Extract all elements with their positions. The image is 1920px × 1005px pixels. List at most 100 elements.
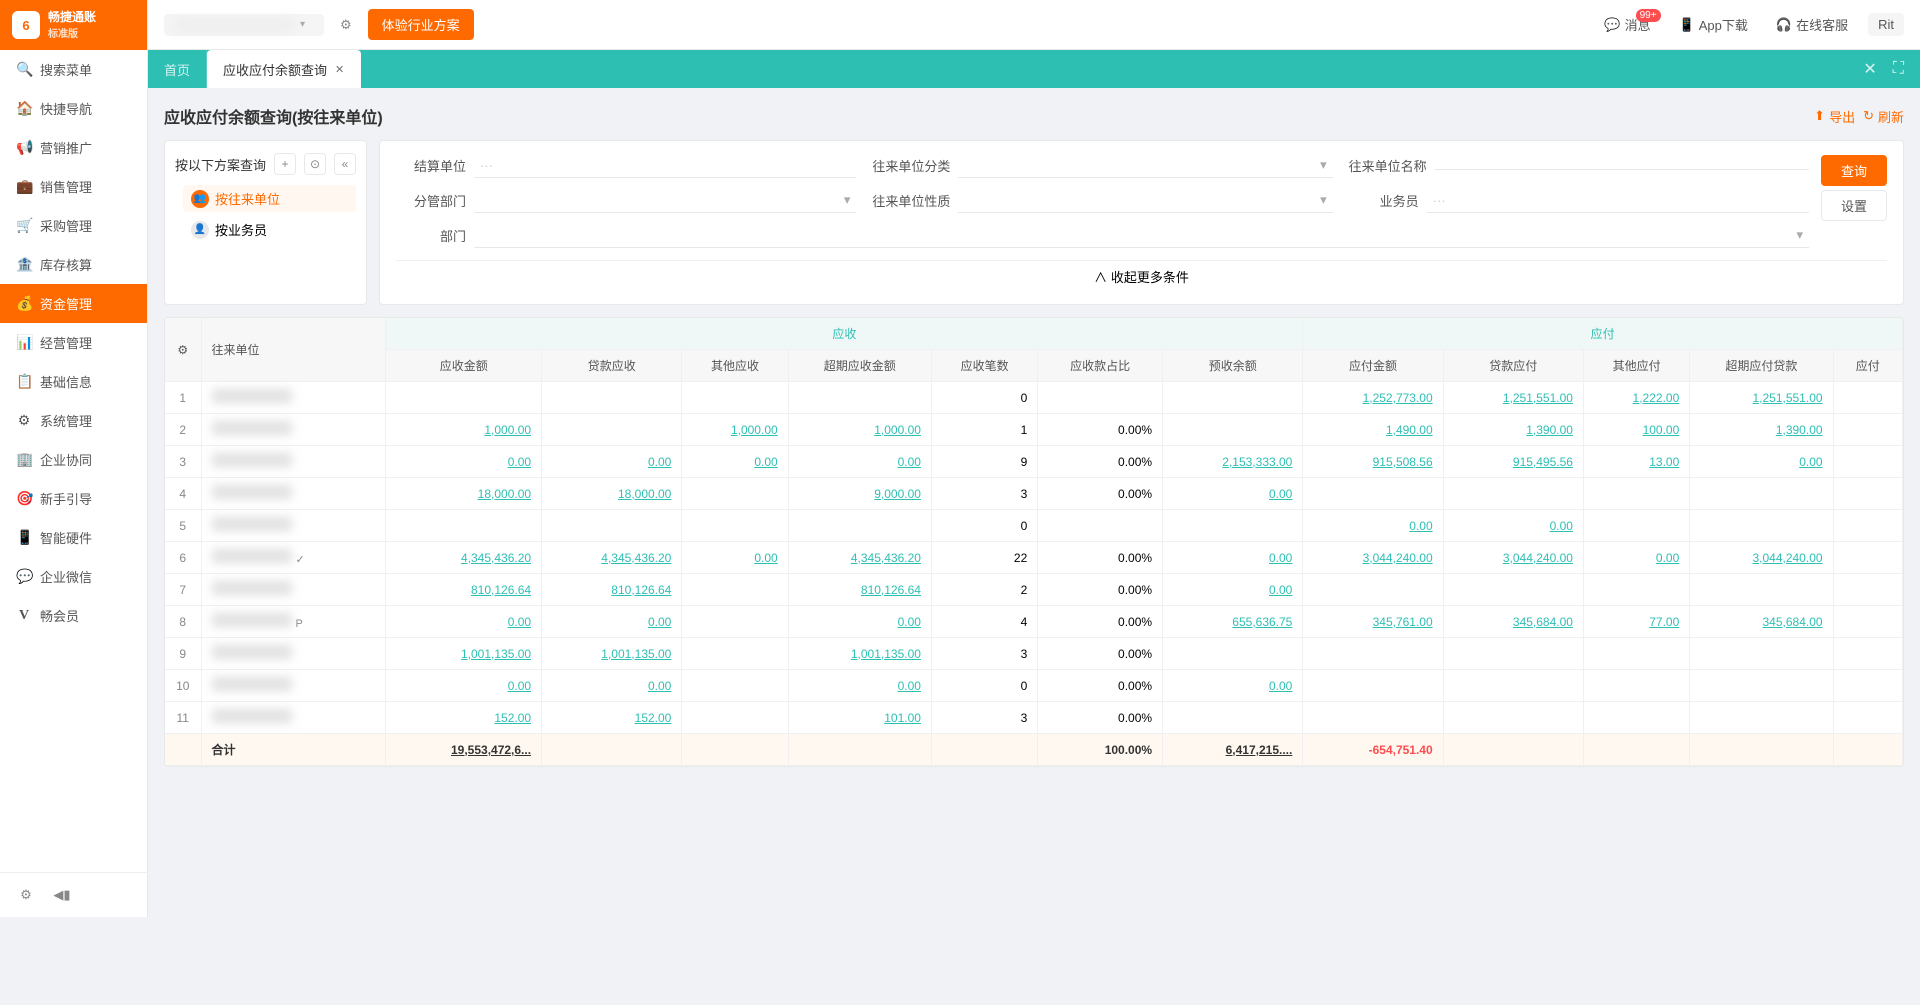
- row-ar_loan[interactable]: 0.00: [542, 670, 682, 702]
- sidebar-item-search[interactable]: 🔍 搜索菜单: [0, 50, 147, 89]
- app-download-link[interactable]: 📱 App下载: [1671, 11, 1756, 38]
- sidebar-item-hardware[interactable]: 📱 智能硬件: [0, 518, 147, 557]
- collapse-link[interactable]: ∧ 收起更多条件: [1094, 270, 1189, 285]
- header-gear-button[interactable]: ⚙: [336, 13, 356, 37]
- row-ap_other[interactable]: 13.00: [1583, 446, 1689, 478]
- row-ar_loan[interactable]: 0.00: [542, 446, 682, 478]
- row-ar_other[interactable]: 0.00: [682, 542, 788, 574]
- row-ap_overdue[interactable]: 1,390.00: [1690, 414, 1833, 446]
- row-ar_prepay[interactable]: 2,153,333.00: [1163, 446, 1303, 478]
- tab-maximize-button[interactable]: ⛶: [1889, 56, 1908, 82]
- partner-name-input[interactable]: [1435, 161, 1809, 170]
- notification-bell[interactable]: 💬 消息 99+: [1596, 11, 1658, 38]
- row-ar_amount[interactable]: 18,000.00: [386, 478, 542, 510]
- row-ar_overdue[interactable]: 810,126.64: [788, 574, 931, 606]
- row-ar_other[interactable]: 0.00: [682, 446, 788, 478]
- footer-ar-prepay[interactable]: 6,417,215....: [1163, 734, 1303, 766]
- company-selector[interactable]: ▾: [164, 14, 324, 36]
- row-ap_amount[interactable]: 345,761.00: [1303, 606, 1443, 638]
- row-ar_overdue[interactable]: 0.00: [788, 606, 931, 638]
- salesperson-input[interactable]: ···: [1427, 189, 1809, 213]
- settings-header[interactable]: ⚙: [165, 318, 201, 382]
- user-avatar[interactable]: Rit: [1868, 13, 1904, 36]
- sidebar-item-management[interactable]: 📊 经营管理: [0, 323, 147, 362]
- row-ap_amount[interactable]: 0.00: [1303, 510, 1443, 542]
- sidebar-item-sales[interactable]: 💼 销售管理: [0, 167, 147, 206]
- row-ar_overdue[interactable]: 4,345,436.20: [788, 542, 931, 574]
- row-ap_loan[interactable]: 3,044,240.00: [1443, 542, 1583, 574]
- table-scroll[interactable]: ⚙ 往来单位 应收 应付 应收金额 贷款应收 其他应收 超期应收金额 应收笔数 …: [165, 318, 1903, 766]
- settlement-unit-input[interactable]: ···: [474, 154, 856, 178]
- row-ar_prepay[interactable]: 0.00: [1163, 574, 1303, 606]
- row-ar_prepay[interactable]: 0.00: [1163, 478, 1303, 510]
- row-ap_amount[interactable]: 915,508.56: [1303, 446, 1443, 478]
- row-ap_amount[interactable]: 1,252,773.00: [1303, 382, 1443, 414]
- row-ar_amount[interactable]: 1,000.00: [386, 414, 542, 446]
- sidebar-item-finance[interactable]: 💰 资金管理: [0, 284, 147, 323]
- sidebar-item-vip[interactable]: V 畅会员: [0, 596, 147, 635]
- row-ap_overdue[interactable]: 345,684.00: [1690, 606, 1833, 638]
- department-input[interactable]: ▾: [474, 223, 1809, 248]
- row-ar_overdue[interactable]: 101.00: [788, 702, 931, 734]
- sidebar-item-wechat[interactable]: 💬 企业微信: [0, 557, 147, 596]
- partner-nature-input[interactable]: ▾: [958, 188, 1332, 213]
- sidebar-gear-button[interactable]: ⚙: [12, 881, 40, 909]
- row-ar_amount[interactable]: 0.00: [386, 446, 542, 478]
- filter-settings-button[interactable]: ⊙: [304, 153, 326, 175]
- row-ap_loan[interactable]: 1,390.00: [1443, 414, 1583, 446]
- sidebar-collapse-button[interactable]: ◀▮: [48, 881, 76, 909]
- division-input[interactable]: ▾: [474, 188, 856, 213]
- row-ap_amount[interactable]: 3,044,240.00: [1303, 542, 1443, 574]
- row-ar_loan[interactable]: 1,001,135.00: [542, 638, 682, 670]
- sidebar-item-basic[interactable]: 📋 基础信息: [0, 362, 147, 401]
- sidebar-item-inventory[interactable]: 🏦 库存核算: [0, 245, 147, 284]
- row-ar_overdue[interactable]: 0.00: [788, 670, 931, 702]
- filter-nav-by-partner[interactable]: 👥 按往来单位: [183, 185, 356, 212]
- row-ap_overdue[interactable]: 3,044,240.00: [1690, 542, 1833, 574]
- sidebar-item-system[interactable]: ⚙ 系统管理: [0, 401, 147, 440]
- export-button[interactable]: ⬆ 导出: [1814, 107, 1855, 126]
- row-ar_amount[interactable]: 1,001,135.00: [386, 638, 542, 670]
- row-ar_amount[interactable]: 810,126.64: [386, 574, 542, 606]
- partner-category-input[interactable]: ▾: [958, 153, 1332, 178]
- row-ap_loan[interactable]: 915,495.56: [1443, 446, 1583, 478]
- row-ar_loan[interactable]: 0.00: [542, 606, 682, 638]
- row-ar_prepay[interactable]: 655,636.75: [1163, 606, 1303, 638]
- filter-collapse-button[interactable]: «: [334, 153, 356, 175]
- filter-add-button[interactable]: +: [274, 153, 296, 175]
- row-ar_overdue[interactable]: 0.00: [788, 446, 931, 478]
- row-ar_amount[interactable]: 152.00: [386, 702, 542, 734]
- sidebar-item-guide[interactable]: 🎯 新手引导: [0, 479, 147, 518]
- row-ap_loan[interactable]: 345,684.00: [1443, 606, 1583, 638]
- row-ap_other[interactable]: 77.00: [1583, 606, 1689, 638]
- row-ap_other[interactable]: 100.00: [1583, 414, 1689, 446]
- row-ar_amount[interactable]: 4,345,436.20: [386, 542, 542, 574]
- row-ar_loan[interactable]: 152.00: [542, 702, 682, 734]
- online-service-link[interactable]: 🎧 在线客服: [1768, 11, 1856, 38]
- sidebar-item-enterprise[interactable]: 🏢 企业协同: [0, 440, 147, 479]
- row-ap_loan[interactable]: 0.00: [1443, 510, 1583, 542]
- row-ar_overdue[interactable]: 1,000.00: [788, 414, 931, 446]
- tab-home[interactable]: 首页: [148, 50, 207, 88]
- sidebar-item-purchase[interactable]: 🛒 采购管理: [0, 206, 147, 245]
- row-ar_loan[interactable]: 4,345,436.20: [542, 542, 682, 574]
- row-ar_other[interactable]: 1,000.00: [682, 414, 788, 446]
- row-ap_amount[interactable]: 1,490.00: [1303, 414, 1443, 446]
- footer-ar-amount[interactable]: 19,553,472,6...: [386, 734, 542, 766]
- row-ar_prepay[interactable]: 0.00: [1163, 542, 1303, 574]
- row-ar_amount[interactable]: 0.00: [386, 670, 542, 702]
- row-ar_loan[interactable]: 18,000.00: [542, 478, 682, 510]
- setting-button[interactable]: 设置: [1821, 190, 1887, 221]
- query-button[interactable]: 查询: [1821, 155, 1887, 186]
- row-ar_prepay[interactable]: 0.00: [1163, 670, 1303, 702]
- tab-close-icon[interactable]: ✕: [335, 63, 344, 76]
- promo-button[interactable]: 体验行业方案: [368, 9, 474, 40]
- row-ap_other[interactable]: 1,222.00: [1583, 382, 1689, 414]
- filter-nav-by-staff[interactable]: 👤 按业务员: [183, 216, 356, 243]
- row-ap_other[interactable]: 0.00: [1583, 542, 1689, 574]
- row-ap_loan[interactable]: 1,251,551.00: [1443, 382, 1583, 414]
- sidebar-item-nav[interactable]: 🏠 快捷导航: [0, 89, 147, 128]
- row-ar_loan[interactable]: 810,126.64: [542, 574, 682, 606]
- tab-ar-ap[interactable]: 应收应付余额查询 ✕: [207, 50, 361, 88]
- row-ap_overdue[interactable]: 1,251,551.00: [1690, 382, 1833, 414]
